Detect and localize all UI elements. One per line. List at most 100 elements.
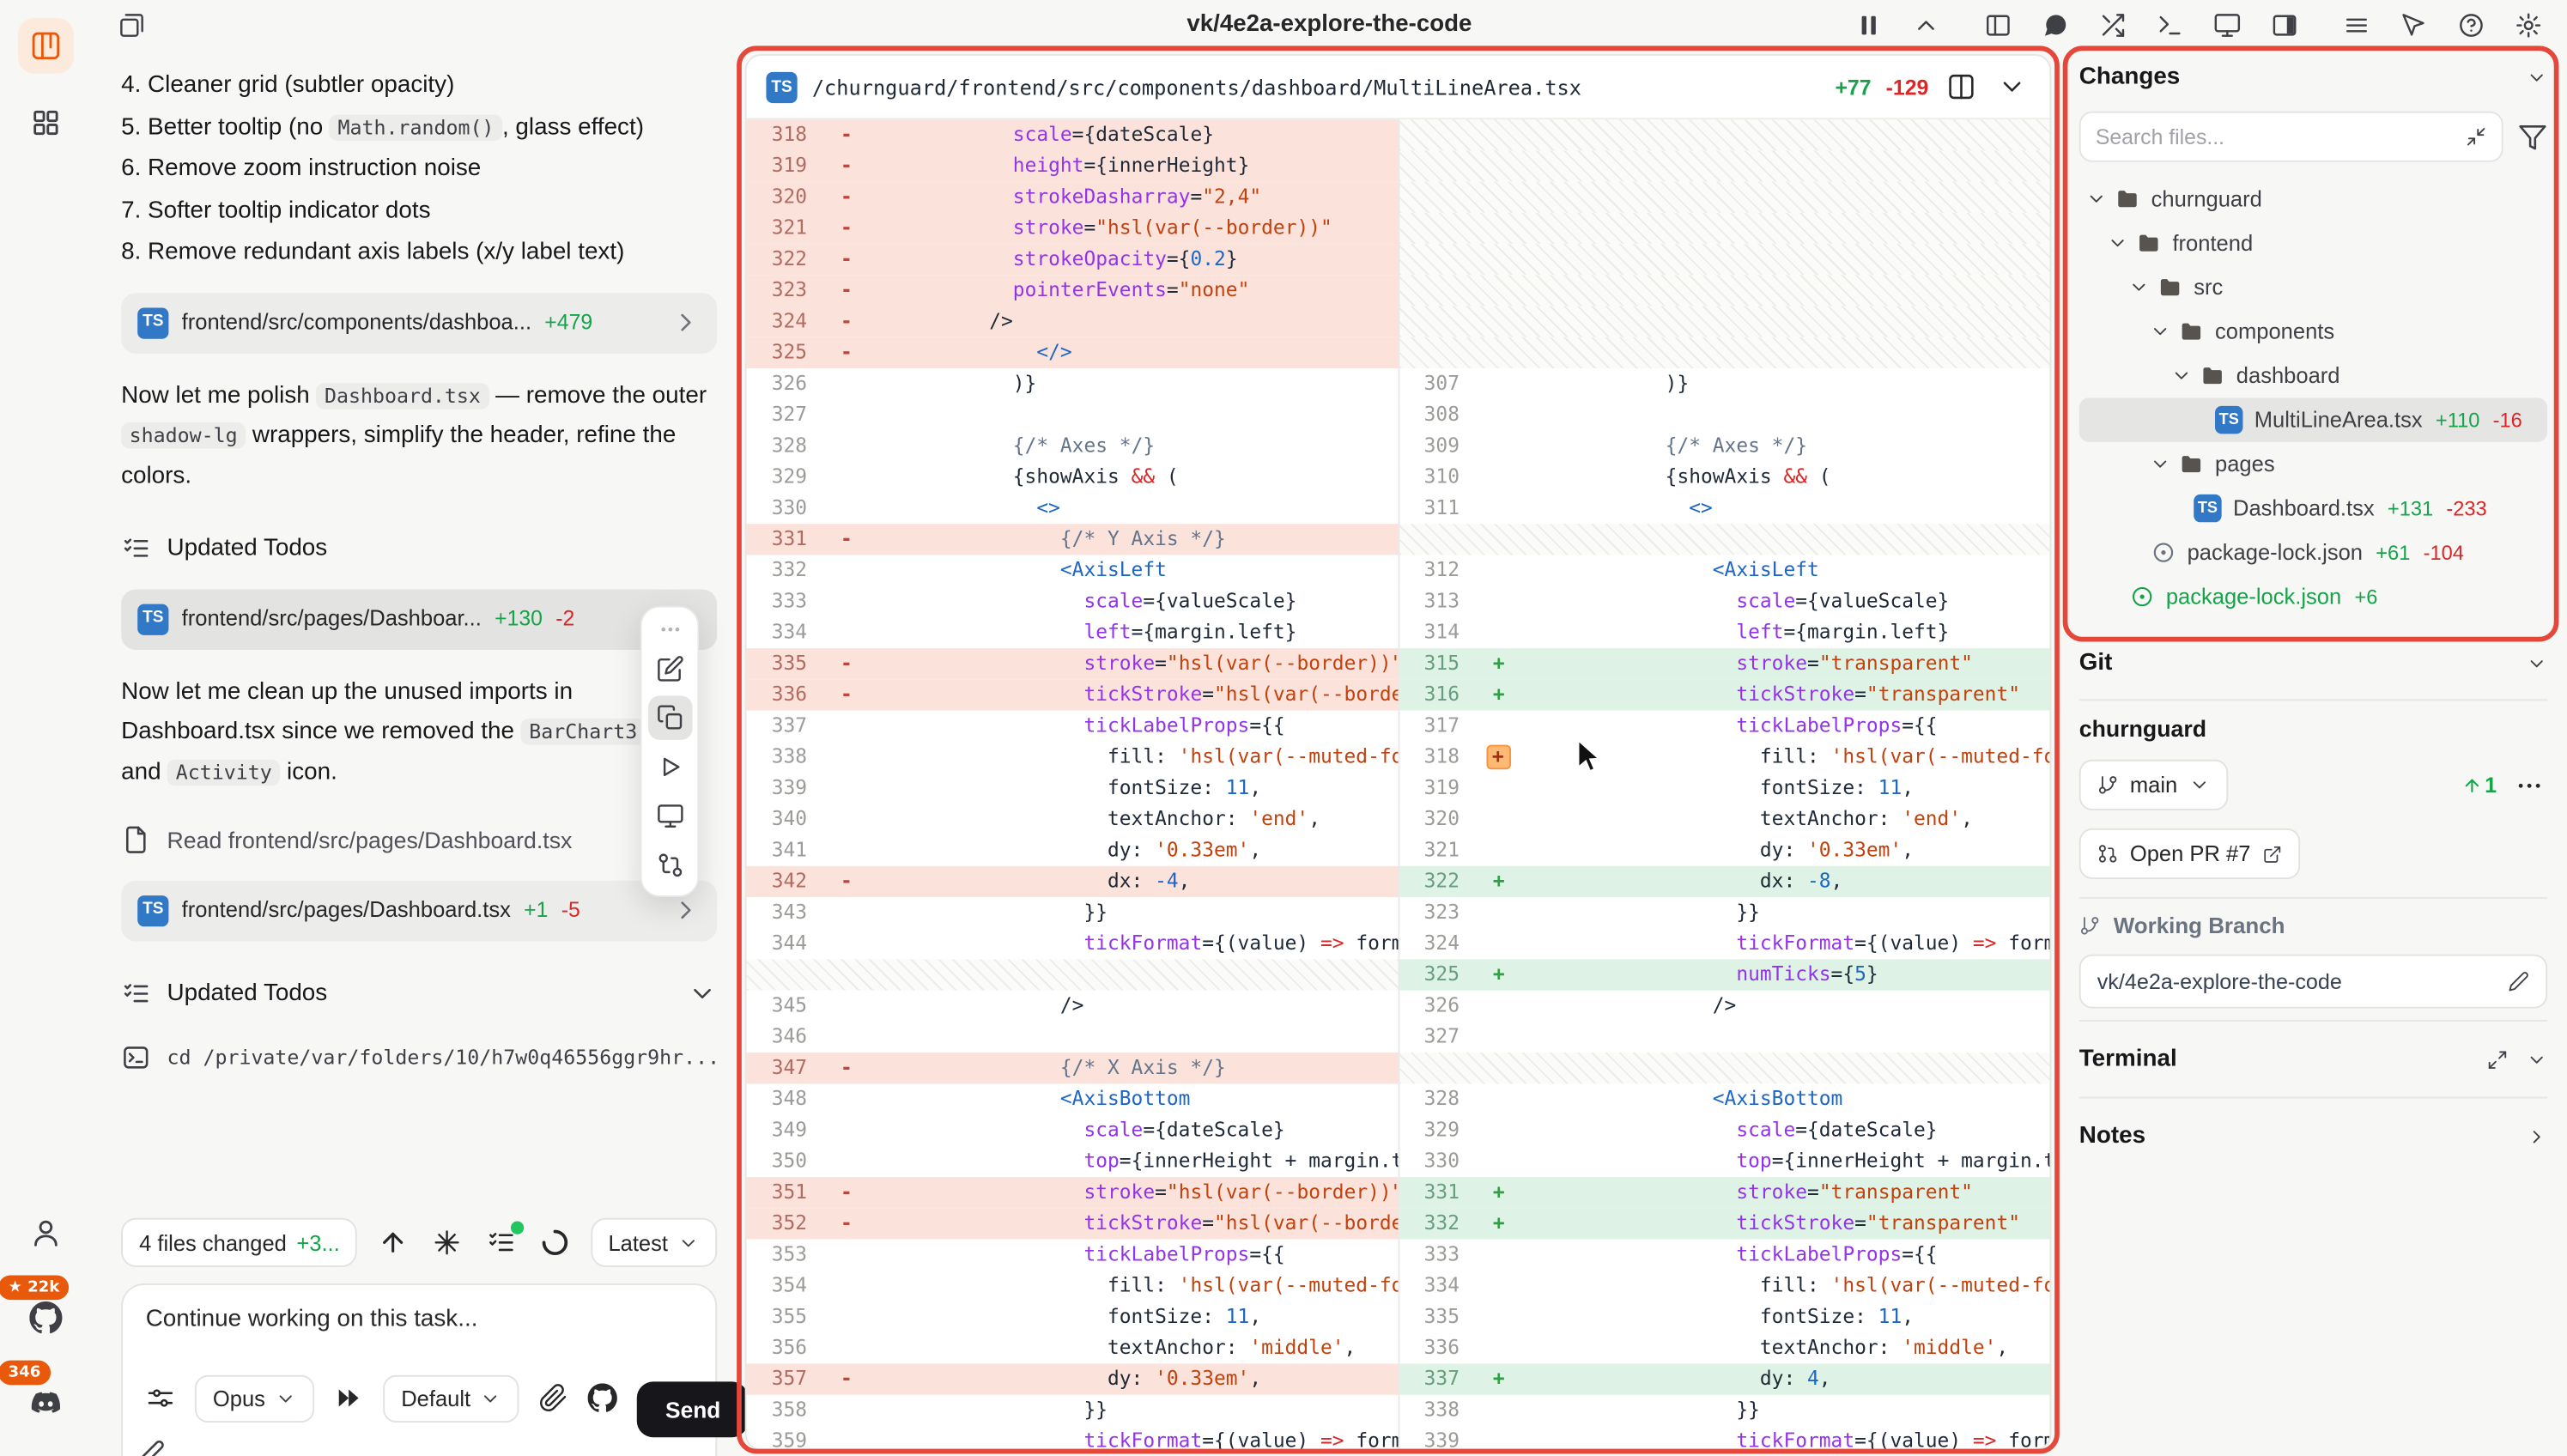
ahead-count: 1 (2485, 773, 2497, 798)
list-item: 4. Cleaner grid (subtler opacity) (121, 65, 717, 106)
collapse-tree-icon[interactable] (2466, 126, 2487, 148)
edit-box-icon[interactable] (647, 646, 691, 690)
code-text: dy: '0.33em', (1523, 835, 2049, 866)
chat-bubble-icon[interactable] (2035, 5, 2074, 45)
code-text: fill: 'hsl(var(--muted-foreground))', (871, 742, 1397, 773)
menu-icon[interactable] (2336, 5, 2376, 45)
compare-icon[interactable] (647, 843, 691, 887)
github-icon[interactable]: ★ 22k (18, 1290, 74, 1346)
model-dropdown[interactable]: Opus (195, 1374, 314, 1422)
changes-header[interactable]: Changes (2079, 52, 2547, 101)
tree-folder-churnguard[interactable]: churnguard (2079, 177, 2547, 221)
scroll-up-button[interactable] (375, 1224, 411, 1260)
overview-icon[interactable] (112, 5, 151, 45)
line-number: 317 (1399, 711, 1474, 742)
chevron-down-icon[interactable] (2526, 1048, 2547, 1070)
additions-count: +130 (495, 598, 543, 639)
todos-row[interactable]: Updated Todos (121, 529, 717, 569)
display-icon[interactable] (2206, 5, 2246, 45)
search-input[interactable] (2096, 124, 2456, 149)
sparkle-icon[interactable] (428, 1224, 464, 1260)
fast-forward-button[interactable] (334, 1380, 363, 1417)
file-change-chip[interactable]: TSfrontend/src/components/dashboa...+479 (121, 292, 717, 353)
tree-folder-frontend[interactable]: frontend (2079, 221, 2547, 264)
code-text: <AxisLeft (1523, 555, 2049, 585)
github-connect-button[interactable] (588, 1380, 617, 1417)
collapse-file-button[interactable] (1994, 69, 2030, 105)
help-icon[interactable] (2451, 5, 2491, 45)
person-icon[interactable] (18, 1204, 74, 1260)
tree-folder-components[interactable]: components (2079, 309, 2547, 353)
discord-icon[interactable]: 346 (18, 1375, 74, 1431)
cursor-icon[interactable] (2394, 5, 2433, 45)
chat-input[interactable]: Continue working on this task... (146, 1307, 693, 1333)
diff-row: 325- </> (747, 337, 2050, 368)
tree-file-Dashboard.tsx[interactable]: TSDashboard.tsx+131-233 (2079, 486, 2547, 530)
todos-row[interactable]: Updated Todos (121, 974, 717, 1014)
settings-sliders-button[interactable] (146, 1380, 175, 1417)
tree-folder-src[interactable]: src (2079, 265, 2547, 309)
tree-folder-pages[interactable]: pages (2079, 442, 2547, 486)
open-pr-button[interactable]: Open PR #7 (2079, 828, 2300, 879)
pause-icon[interactable] (1848, 5, 1888, 45)
chevron-right-icon[interactable] (2526, 1125, 2547, 1147)
collapse-up-icon[interactable] (1906, 5, 1945, 45)
working-branch-input[interactable] (2097, 969, 2498, 994)
branches-icon[interactable] (2092, 5, 2132, 45)
file-change-chip[interactable]: TSfrontend/src/pages/Dashboard.tsx+1-5 (121, 880, 717, 941)
add-comment-button[interactable]: + (1486, 745, 1511, 770)
branch-row: main 1 (2079, 760, 2547, 810)
tree-label: MultiLineArea.tsx (2254, 408, 2423, 433)
panel-right-icon[interactable] (2264, 5, 2303, 45)
tree-file-package-lock.json[interactable]: package-lock.json+6 (2079, 574, 2547, 618)
text-segment: Now let me clean up the unused imports i… (121, 678, 573, 744)
send-button[interactable]: Send (638, 1381, 749, 1437)
topbar-actions (1816, 5, 2547, 45)
diff-marker (1474, 399, 1523, 430)
right-panel: Changes churnguardfrontendsrccomponentsd… (2066, 49, 2557, 1456)
display-icon[interactable] (647, 794, 691, 838)
code-text (1523, 150, 2049, 181)
window-title: vk/4e2a-explore-the-code (1186, 11, 1472, 38)
diff-view-toggle[interactable] (1943, 69, 1979, 105)
todos-button[interactable] (482, 1224, 519, 1260)
code-text: <> (871, 493, 1397, 524)
terminal-icon[interactable] (2150, 5, 2189, 45)
line-number: 312 (1399, 555, 1474, 585)
edit-branch-icon[interactable] (2508, 971, 2529, 992)
text-segment: 4. Cleaner grid (subtler opacity) (121, 72, 454, 99)
line-number: 351 (747, 1177, 822, 1208)
diff-row: 328 {/* Axes */}309 {/* Axes */} (747, 431, 2050, 462)
latest-dropdown[interactable]: Latest (590, 1218, 717, 1267)
diff-row: 357- dy: '0.33em',337+ dy: 4, (747, 1363, 2050, 1394)
terminal-command-row[interactable]: cd /private/var/folders/10/h7w0q46556ggr… (121, 1038, 717, 1078)
attach-button[interactable] (539, 1380, 568, 1417)
mode-dropdown[interactable]: Default (383, 1374, 519, 1422)
board-icon[interactable] (18, 18, 74, 74)
copy-icon[interactable] (647, 695, 691, 739)
tree-file-MultiLineArea.tsx[interactable]: TSMultiLineArea.tsx+110-16 (2079, 397, 2547, 441)
branch-dropdown[interactable]: main (2079, 760, 2229, 810)
drag-dots-icon[interactable] (647, 616, 691, 642)
tree-folder-dashboard[interactable]: dashboard (2079, 354, 2547, 397)
tool-call-row[interactable]: Read frontend/src/pages/Dashboard.tsx (121, 820, 717, 860)
more-options-button[interactable] (2511, 767, 2547, 803)
chevron-down-icon[interactable] (2526, 652, 2547, 674)
chevron-down-icon[interactable] (2526, 66, 2547, 88)
file-change-chip[interactable]: TSfrontend/src/pages/Dashboar...+130-2 (121, 589, 717, 650)
notes-section[interactable]: Notes (2079, 1110, 2547, 1162)
git-header[interactable]: Git (2079, 639, 2547, 688)
expand-icon[interactable] (2487, 1048, 2509, 1070)
pencil-icon[interactable] (136, 1439, 165, 1456)
tree-file-package-lock.json[interactable]: package-lock.json+61-104 (2079, 531, 2547, 574)
settings-icon[interactable] (2508, 5, 2547, 45)
terminal-section[interactable]: Terminal (2079, 1033, 2547, 1085)
play-icon[interactable] (647, 745, 691, 789)
divider (2079, 897, 2547, 899)
files-changed-chip[interactable]: 4 files changed +3... (121, 1218, 356, 1267)
grid-icon[interactable] (18, 95, 74, 151)
additions-count: +479 (544, 302, 592, 343)
filter-icon[interactable] (2518, 122, 2547, 151)
panel-left-icon[interactable] (1978, 5, 2018, 45)
line-number: 322 (1399, 866, 1474, 897)
